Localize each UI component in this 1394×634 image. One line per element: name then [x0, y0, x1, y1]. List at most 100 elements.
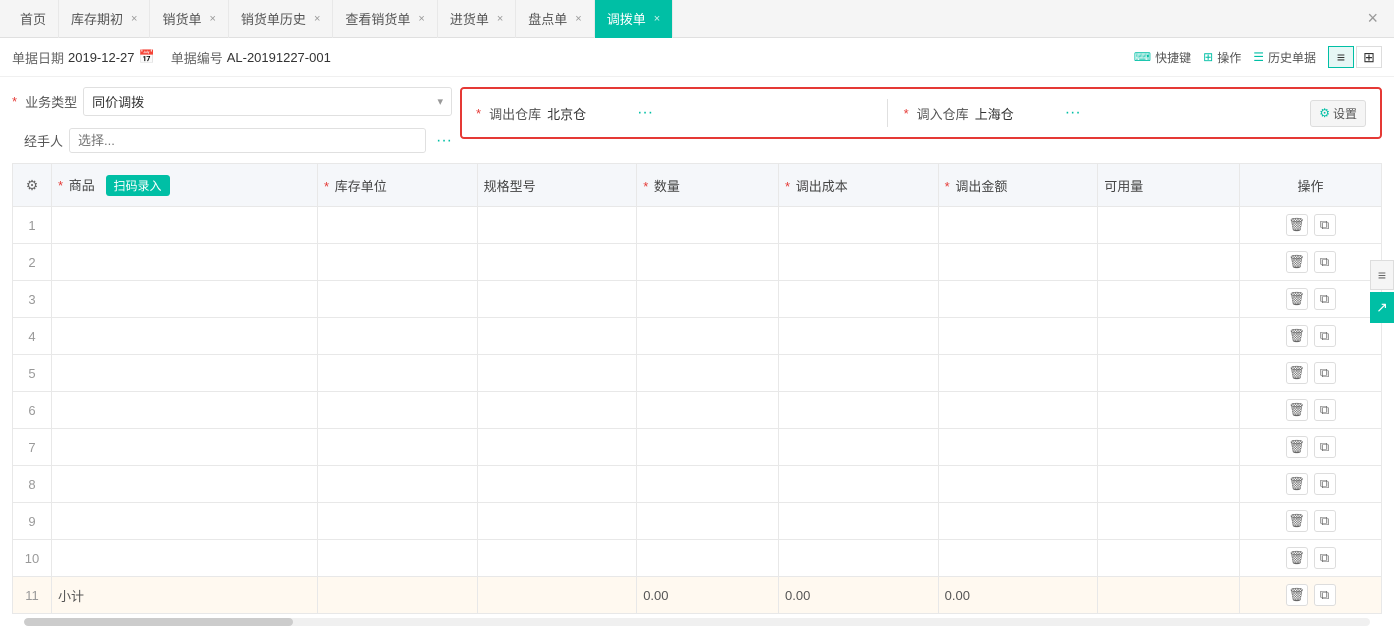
cost-cell[interactable]	[779, 540, 939, 577]
tab-transfer[interactable]: 调拨单 ×	[595, 0, 673, 38]
unit-cell[interactable]	[318, 318, 478, 355]
spec-cell[interactable]	[477, 392, 637, 429]
tab-inventory-init[interactable]: 库存期初 ×	[59, 0, 150, 38]
spec-cell[interactable]	[477, 281, 637, 318]
copy-row-button[interactable]: ⧉	[1314, 436, 1336, 458]
quantity-cell[interactable]	[637, 429, 779, 466]
spec-cell[interactable]	[477, 540, 637, 577]
delete-row-button[interactable]: 🗑	[1286, 436, 1308, 458]
scan-entry-button[interactable]: 扫码录入	[106, 175, 170, 196]
copy-row-button[interactable]: ⧉	[1314, 251, 1336, 273]
cost-cell[interactable]	[779, 429, 939, 466]
spec-cell[interactable]	[477, 244, 637, 281]
copy-row-button[interactable]: ⧉	[1314, 473, 1336, 495]
delete-row-button[interactable]: 🗑	[1286, 288, 1308, 310]
transfer-out-more-button[interactable]: ···	[637, 104, 653, 122]
quantity-cell[interactable]	[637, 540, 779, 577]
cost-cell[interactable]	[779, 244, 939, 281]
quantity-cell[interactable]	[637, 207, 779, 244]
quantity-cell[interactable]	[637, 355, 779, 392]
tab-home[interactable]: 首页	[8, 0, 59, 38]
quantity-cell[interactable]	[637, 281, 779, 318]
amount-cell[interactable]	[938, 281, 1098, 318]
product-cell[interactable]	[52, 355, 318, 392]
amount-cell[interactable]	[938, 207, 1098, 244]
person-input[interactable]	[69, 128, 426, 153]
amount-cell[interactable]	[938, 466, 1098, 503]
spec-cell[interactable]	[477, 207, 637, 244]
cost-cell[interactable]	[779, 355, 939, 392]
cost-cell[interactable]	[779, 503, 939, 540]
delete-row-button[interactable]: 🗑	[1286, 547, 1308, 569]
cost-cell[interactable]	[779, 318, 939, 355]
tab-sales-history[interactable]: 销货单历史 ×	[229, 0, 333, 38]
horizontal-scrollbar[interactable]	[24, 618, 1370, 626]
spec-cell[interactable]	[477, 429, 637, 466]
settings-button[interactable]: ⚙ 设置	[1310, 100, 1366, 127]
unit-cell[interactable]	[318, 466, 478, 503]
tab-purchase[interactable]: 进货单 ×	[438, 0, 516, 38]
unit-cell[interactable]	[318, 207, 478, 244]
tab-view-sales-close[interactable]: ×	[418, 13, 424, 25]
tab-sales-history-close[interactable]: ×	[314, 13, 320, 25]
quantity-cell[interactable]	[637, 392, 779, 429]
product-cell[interactable]	[52, 429, 318, 466]
spec-cell[interactable]	[477, 466, 637, 503]
cost-cell[interactable]	[779, 281, 939, 318]
amount-cell[interactable]	[938, 244, 1098, 281]
product-cell[interactable]	[52, 540, 318, 577]
product-cell[interactable]	[52, 281, 318, 318]
spec-cell[interactable]	[477, 503, 637, 540]
unit-cell[interactable]	[318, 540, 478, 577]
amount-cell[interactable]	[938, 392, 1098, 429]
delete-row-button[interactable]: 🗑	[1286, 510, 1308, 532]
float-expand-icon[interactable]: ↗	[1370, 292, 1394, 323]
person-more-button[interactable]: ···	[436, 132, 452, 150]
delete-row-button[interactable]: 🗑	[1286, 473, 1308, 495]
delete-row-button[interactable]: 🗑	[1286, 325, 1308, 347]
cost-cell[interactable]	[779, 207, 939, 244]
tab-sales-order[interactable]: 销货单 ×	[150, 0, 228, 38]
unit-cell[interactable]	[318, 244, 478, 281]
amount-cell[interactable]	[938, 429, 1098, 466]
delete-row-button[interactable]: 🗑	[1286, 251, 1308, 273]
quantity-cell[interactable]	[637, 318, 779, 355]
tab-inventory-init-close[interactable]: ×	[131, 13, 137, 25]
tab-stocktake[interactable]: 盘点单 ×	[516, 0, 594, 38]
copy-row-button[interactable]: ⧉	[1314, 214, 1336, 236]
copy-row-button[interactable]: ⧉	[1314, 547, 1336, 569]
product-cell[interactable]	[52, 392, 318, 429]
tab-transfer-close[interactable]: ×	[654, 13, 660, 25]
unit-cell[interactable]	[318, 392, 478, 429]
delete-row-button[interactable]: 🗑	[1286, 214, 1308, 236]
close-all-tabs-button[interactable]: ×	[1359, 8, 1386, 29]
spec-cell[interactable]	[477, 355, 637, 392]
product-cell[interactable]	[52, 318, 318, 355]
copy-row-button[interactable]: ⧉	[1314, 325, 1336, 347]
tab-stocktake-close[interactable]: ×	[575, 13, 581, 25]
unit-cell[interactable]	[318, 503, 478, 540]
copy-row-button[interactable]: ⧉	[1314, 399, 1336, 421]
list-view-button[interactable]: ≡	[1328, 46, 1354, 68]
product-cell[interactable]	[52, 244, 318, 281]
calendar-icon[interactable]: 📅	[139, 49, 155, 65]
amount-cell[interactable]	[938, 355, 1098, 392]
copy-row-button[interactable]: ⧉	[1314, 288, 1336, 310]
unit-cell[interactable]	[318, 355, 478, 392]
shortcut-button[interactable]: ⌨ 快捷键	[1134, 49, 1191, 66]
product-cell[interactable]	[52, 503, 318, 540]
copy-row-button[interactable]: ⧉	[1314, 510, 1336, 532]
float-list-icon[interactable]: ≡	[1370, 260, 1394, 290]
amount-cell[interactable]	[938, 503, 1098, 540]
quantity-cell[interactable]	[637, 244, 779, 281]
tab-view-sales[interactable]: 查看销货单 ×	[333, 0, 437, 38]
spec-cell[interactable]	[477, 318, 637, 355]
transfer-in-more-button[interactable]: ···	[1065, 104, 1081, 122]
quantity-cell[interactable]	[637, 466, 779, 503]
cost-cell[interactable]	[779, 392, 939, 429]
tab-sales-order-close[interactable]: ×	[209, 13, 215, 25]
delete-button[interactable]: 🗑	[1286, 584, 1308, 606]
copy-row-button[interactable]: ⧉	[1314, 362, 1336, 384]
amount-cell[interactable]	[938, 318, 1098, 355]
history-button[interactable]: ☰ 历史单据	[1253, 49, 1316, 66]
